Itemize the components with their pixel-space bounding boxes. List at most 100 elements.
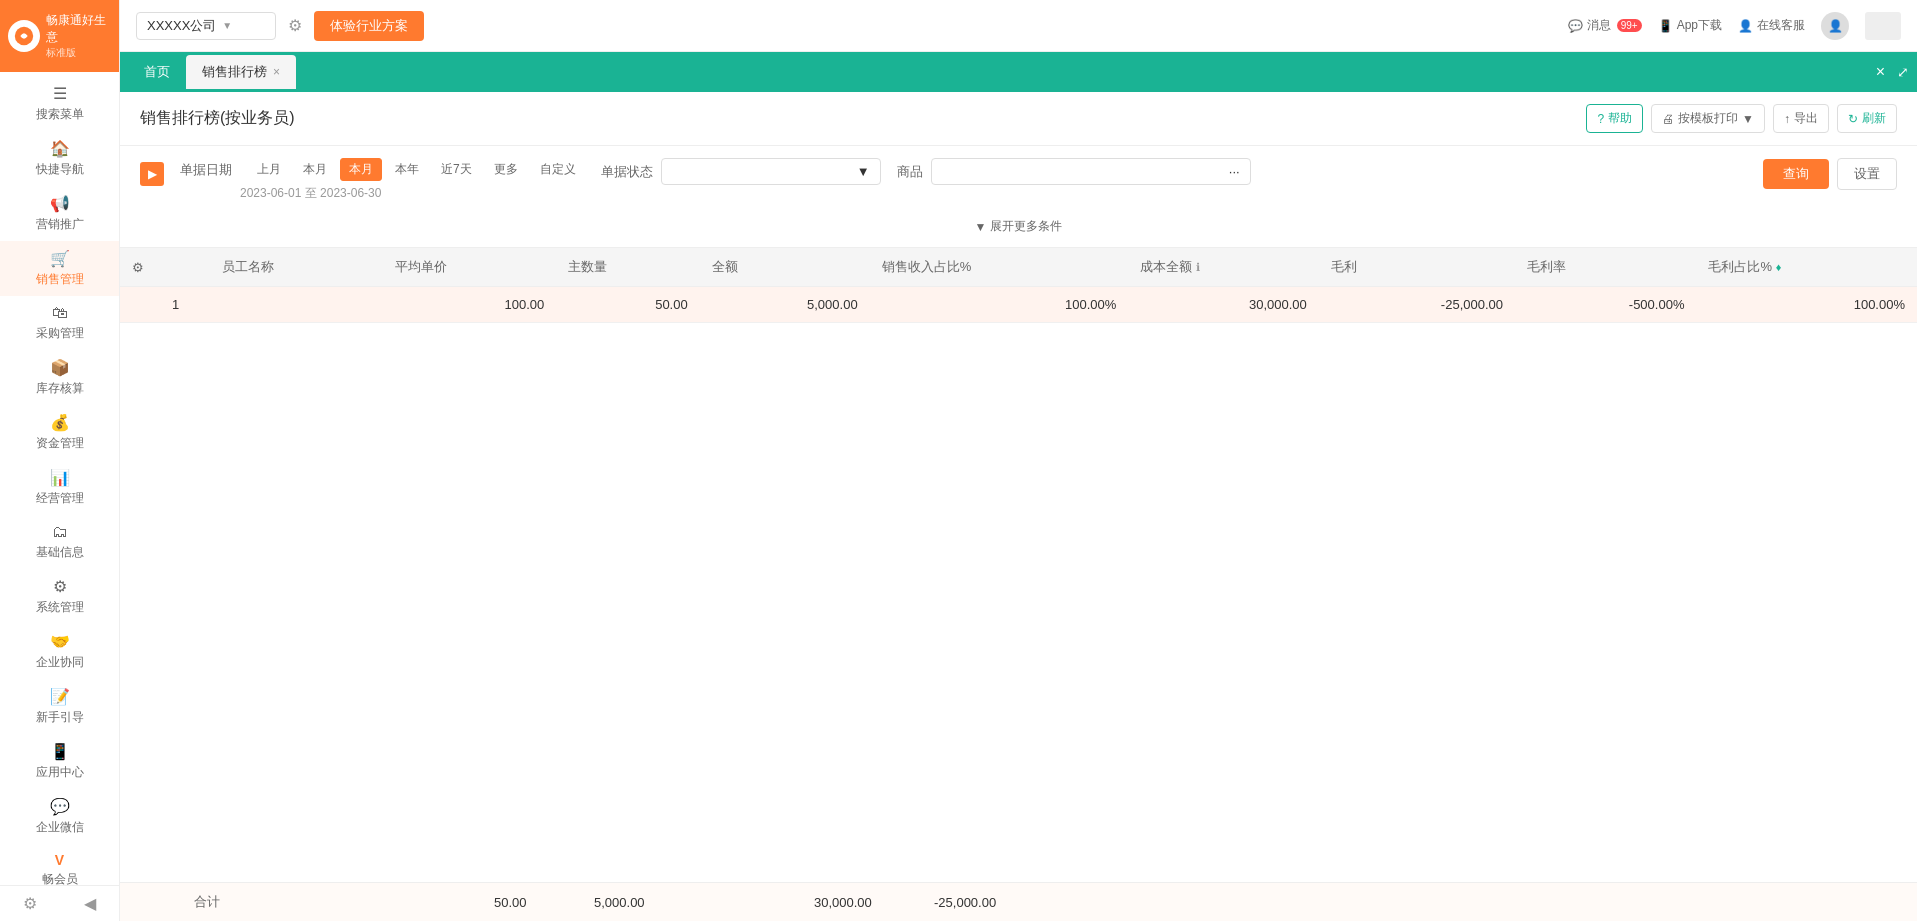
col-quantity: 主数量 <box>556 248 699 287</box>
operations-icon: 📊 <box>50 468 70 487</box>
header-settings-icon[interactable]: ⚙ <box>288 16 302 35</box>
footer-total-label: 合计 <box>182 893 382 911</box>
sidebar-item-basic-info[interactable]: 🗂 基础信息 <box>0 515 119 569</box>
sidebar-label-sales: 销售管理 <box>36 271 84 288</box>
tab-sales-ranking[interactable]: 销售排行榜 × <box>186 55 296 89</box>
sidebar-item-finance[interactable]: 💰 资金管理 <box>0 405 119 460</box>
date-tab-7days[interactable]: 近7天 <box>432 158 481 181</box>
date-tab-more[interactable]: 更多 <box>485 158 527 181</box>
goods-filter: 商品 ··· <box>897 158 1251 185</box>
message-label: 消息 <box>1587 17 1611 34</box>
search-menu-icon: ☰ <box>53 84 67 103</box>
sidebar-item-app-center[interactable]: 📱 应用中心 <box>0 734 119 789</box>
sidebar-navigation: ☰ 搜索菜单 🏠 快捷导航 📢 营销推广 🛒 销售管理 🛍 采购管理 📦 库存核… <box>0 72 119 885</box>
download-icon: 📱 <box>1658 19 1673 33</box>
logo-icon <box>8 20 40 52</box>
goods-select[interactable]: ··· <box>931 158 1251 185</box>
table-row: 1 100.00 50.00 5,000.00 100.00% 30,000.0… <box>120 287 1917 323</box>
app-center-icon: 📱 <box>50 742 70 761</box>
sidebar-item-sales[interactable]: 🛒 销售管理 <box>0 241 119 296</box>
user-avatar[interactable]: 👤 <box>1821 12 1849 40</box>
home-icon: 🏠 <box>50 139 70 158</box>
sidebar-item-quick-nav[interactable]: 🏠 快捷导航 <box>0 131 119 186</box>
page-header: 销售排行榜(按业务员) ? 帮助 🖨 按模板打印 ▼ ↑ 导出 ↻ 刷新 <box>120 92 1917 146</box>
date-tab-active[interactable]: 本月 <box>340 158 382 181</box>
table-scroll-container[interactable]: ⚙ 员工名称 平均单价 主数量 全额 销售收入占比% 成本全额 ℹ 毛利 毛利率… <box>120 248 1917 882</box>
tab-close-icon[interactable]: × <box>273 65 280 79</box>
message-action[interactable]: 💬 消息 99+ <box>1568 17 1642 34</box>
user-name-placeholder[interactable] <box>1865 12 1901 40</box>
date-filter-row: 单据日期 上月 本月 本月 本年 近7天 更多 自定义 <box>180 158 585 181</box>
sidebar-bottom: ⚙ ◀ <box>0 885 119 921</box>
row-quantity: 50.00 <box>556 287 699 323</box>
date-tab-this-year[interactable]: 本年 <box>386 158 428 181</box>
export-icon: ↑ <box>1784 112 1790 126</box>
status-select[interactable]: ▼ <box>661 158 881 185</box>
main-content: XXXXX公司 ▼ ⚙ 体验行业方案 💬 消息 99+ 📱 App下载 👤 在线… <box>120 0 1917 921</box>
service-icon: 👤 <box>1738 19 1753 33</box>
expand-label: 展开更多条件 <box>990 218 1062 235</box>
sidebar-item-system[interactable]: ⚙ 系统管理 <box>0 569 119 624</box>
message-badge: 99+ <box>1617 19 1642 32</box>
online-service-label: 在线客服 <box>1757 17 1805 34</box>
date-tab-last-month[interactable]: 上月 <box>248 158 290 181</box>
sidebar-label-purchase: 采购管理 <box>36 325 84 342</box>
col-avg-price: 平均单价 <box>383 248 556 287</box>
refresh-button[interactable]: ↻ 刷新 <box>1837 104 1897 133</box>
help-button[interactable]: ? 帮助 <box>1586 104 1643 133</box>
sidebar-item-operations[interactable]: 📊 经营管理 <box>0 460 119 515</box>
tab-home[interactable]: 首页 <box>128 55 186 89</box>
settings-button[interactable]: 设置 <box>1837 158 1897 190</box>
sidebar-label-member: 畅会员 <box>42 871 78 885</box>
sidebar-label-app-center: 应用中心 <box>36 764 84 781</box>
footer-gross: -25,000.00 <box>922 895 1042 910</box>
date-tab-this-month[interactable]: 本月 <box>294 158 336 181</box>
sidebar-item-guide[interactable]: 📝 新手引导 <box>0 679 119 734</box>
app-download-action[interactable]: 📱 App下载 <box>1658 17 1722 34</box>
sidebar-item-enterprise[interactable]: 🤝 企业协同 <box>0 624 119 679</box>
export-button[interactable]: ↑ 导出 <box>1773 104 1829 133</box>
online-service-action[interactable]: 👤 在线客服 <box>1738 17 1805 34</box>
tab-home-label: 首页 <box>144 63 170 81</box>
table-footer: 合计 50.00 5,000.00 30,000.00 -25,000.00 <box>120 882 1917 921</box>
tabs-bar: 首页 销售排行榜 × × ⤢ <box>120 52 1917 92</box>
sidebar-item-wechat[interactable]: 💬 企业微信 <box>0 789 119 844</box>
sidebar-label-basic-info: 基础信息 <box>36 544 84 561</box>
guide-icon: 📝 <box>50 687 70 706</box>
sidebar-collapse-icon[interactable]: ◀ <box>84 894 96 913</box>
date-tab-custom[interactable]: 自定义 <box>531 158 585 181</box>
chevron-down-icon: ▼ <box>222 20 232 31</box>
row-gross: -25,000.00 <box>1319 287 1515 323</box>
expand-conditions-button[interactable]: ▼ 展开更多条件 <box>975 218 1063 235</box>
filter-expand-arrow[interactable]: ▶ <box>140 162 164 186</box>
print-dropdown-icon[interactable]: ▼ <box>1742 112 1754 126</box>
company-selector[interactable]: XXXXX公司 ▼ <box>136 12 276 40</box>
print-icon: 🖨 <box>1662 112 1674 126</box>
print-label: 按模板打印 <box>1678 110 1738 127</box>
sidebar-item-marketing[interactable]: 📢 营销推广 <box>0 186 119 241</box>
sidebar-item-member[interactable]: V 畅会员 <box>0 844 119 885</box>
tab-minimize-icon[interactable]: × <box>1876 63 1885 81</box>
goods-dots[interactable]: ··· <box>1229 164 1240 179</box>
tab-expand-icon[interactable]: ⤢ <box>1897 64 1909 80</box>
avatar-icon: 👤 <box>1828 19 1843 33</box>
print-button[interactable]: 🖨 按模板打印 ▼ <box>1651 104 1765 133</box>
sidebar-settings-icon[interactable]: ⚙ <box>23 894 37 913</box>
message-icon: 💬 <box>1568 19 1583 33</box>
help-icon: ? <box>1597 112 1604 126</box>
basic-info-icon: 🗂 <box>52 523 68 541</box>
row-settings <box>120 287 160 323</box>
row-amount: 5,000.00 <box>700 287 870 323</box>
app-logo: 畅康通好生意 标准版 <box>0 0 119 72</box>
export-label: 导出 <box>1794 110 1818 127</box>
row-gross-ratio: 100.00% <box>1696 287 1917 323</box>
query-button[interactable]: 查询 <box>1763 159 1829 189</box>
col-sales-ratio: 销售收入占比% <box>870 248 1129 287</box>
wechat-icon: 💬 <box>50 797 70 816</box>
date-tabs: 上月 本月 本月 本年 近7天 更多 自定义 <box>248 158 585 181</box>
trial-button[interactable]: 体验行业方案 <box>314 11 424 41</box>
expand-row: ▼ 展开更多条件 <box>140 210 1897 235</box>
sidebar-item-inventory[interactable]: 📦 库存核算 <box>0 350 119 405</box>
sidebar-item-purchase[interactable]: 🛍 采购管理 <box>0 296 119 350</box>
sidebar-item-search-orders[interactable]: ☰ 搜索菜单 <box>0 76 119 131</box>
